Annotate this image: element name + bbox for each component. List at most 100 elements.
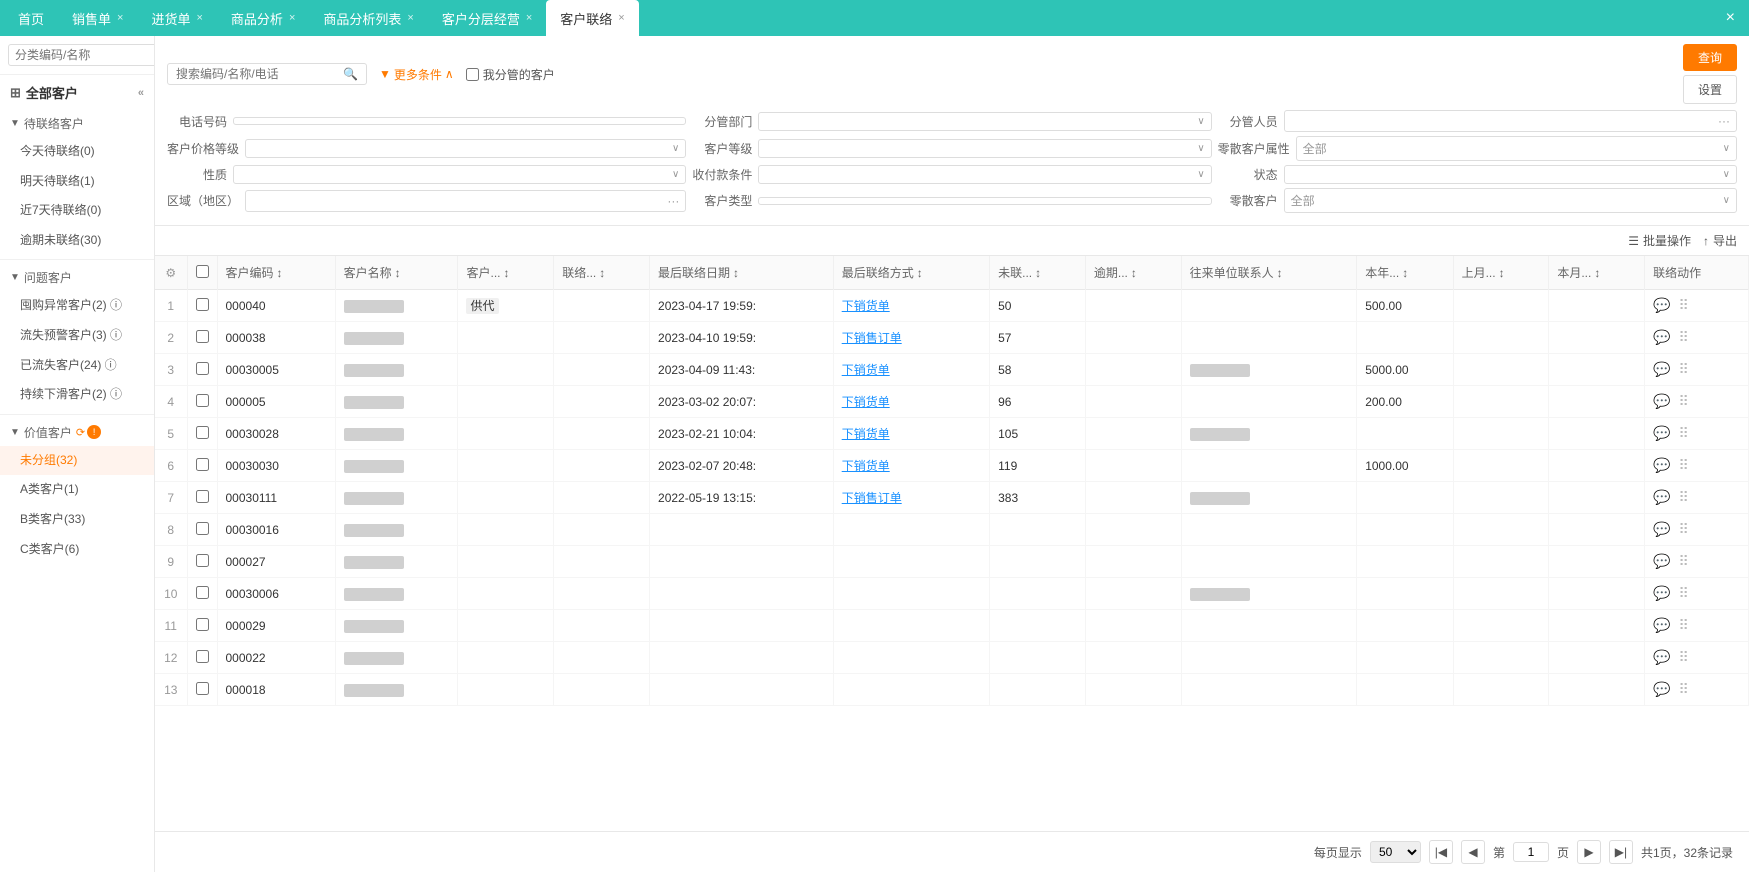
export-button[interactable]: ↑ 导出 — [1703, 232, 1737, 249]
price-level-select[interactable]: ∨ — [245, 139, 686, 158]
group-problem-customers[interactable]: ▼ 问题客户 — [0, 264, 154, 291]
group-value-customers[interactable]: ▼ 价值客户 ⟳ ! — [0, 419, 154, 446]
sort-icon[interactable]: ↕ — [1131, 266, 1137, 280]
sidebar-item-type-b[interactable]: B类客户(33) — [0, 505, 154, 535]
method-link[interactable]: 下销货单 — [842, 363, 890, 377]
dept-select[interactable]: ∨ — [758, 112, 1211, 131]
sort-icon[interactable]: ↕ — [1277, 266, 1283, 280]
method-link[interactable]: 下销货单 — [842, 459, 890, 473]
chat-icon[interactable]: 💬 — [1653, 329, 1670, 346]
filter-search-input[interactable] — [176, 67, 343, 81]
grid-action-icon[interactable]: ⠿ — [1679, 329, 1689, 346]
tab-sales[interactable]: 销售单 × — [58, 0, 137, 36]
nature-select[interactable]: ∨ — [233, 165, 686, 184]
customer-type-select[interactable] — [758, 197, 1211, 205]
payment-select[interactable]: ∨ — [758, 165, 1211, 184]
chat-icon[interactable]: 💬 — [1653, 457, 1670, 474]
per-page-select[interactable]: 50 20 100 — [1370, 841, 1421, 863]
method-link[interactable]: 下销货单 — [842, 427, 890, 441]
close-icon[interactable]: × — [618, 12, 624, 24]
sort-icon[interactable]: ↕ — [1035, 266, 1041, 280]
close-icon[interactable]: × — [526, 12, 532, 24]
last-page-btn[interactable]: ▶| — [1609, 840, 1633, 864]
chat-icon[interactable]: 💬 — [1653, 521, 1670, 538]
sort-icon[interactable]: ↕ — [733, 266, 739, 280]
close-icon[interactable]: × — [289, 12, 295, 24]
batch-ops-button[interactable]: ☰ 批量操作 — [1628, 232, 1691, 249]
page-input[interactable] — [1513, 842, 1549, 862]
filter-more-btn[interactable]: ▼ 更多条件 ∧ — [379, 66, 454, 83]
chat-icon[interactable]: 💬 — [1653, 553, 1670, 570]
grid-action-icon[interactable]: ⠿ — [1679, 585, 1689, 602]
chat-icon[interactable]: 💬 — [1653, 425, 1670, 442]
method-link[interactable]: 下销售订单 — [842, 491, 902, 505]
tab-analysis-list[interactable]: 商品分析列表 × — [309, 0, 427, 36]
sort-icon[interactable]: ↕ — [277, 266, 283, 280]
close-icon[interactable]: × — [407, 12, 413, 24]
tab-home[interactable]: 首页 — [4, 9, 58, 28]
all-customers-header[interactable]: ⊞ 全部客户 « — [0, 75, 154, 110]
close-icon[interactable]: × — [196, 12, 202, 24]
chat-icon[interactable]: 💬 — [1653, 585, 1670, 602]
collapse-icon[interactable]: « — [138, 87, 144, 99]
search-button[interactable]: 查询 — [1683, 44, 1737, 71]
first-page-btn[interactable]: |◀ — [1429, 840, 1453, 864]
tab-purchase[interactable]: 进货单 × — [137, 0, 216, 36]
retail-attr-select[interactable]: 全部 ∨ — [1296, 136, 1737, 161]
sidebar-item-type-c[interactable]: C类客户(6) — [0, 535, 154, 565]
sidebar-item-hoarding[interactable]: 囤购异常客户(2) ⓘ — [0, 291, 154, 321]
tab-customer-contact[interactable]: 客户联络 × — [546, 0, 638, 36]
refresh-icon[interactable]: ⟳ — [76, 426, 85, 439]
sort-icon[interactable]: ↕ — [917, 266, 923, 280]
method-link[interactable]: 下销货单 — [842, 299, 890, 313]
sidebar-search-input[interactable] — [8, 44, 155, 66]
grid-action-icon[interactable]: ⠿ — [1679, 553, 1689, 570]
sort-icon[interactable]: ↕ — [599, 266, 605, 280]
sidebar-item-type-a[interactable]: A类客户(1) — [0, 475, 154, 505]
sidebar-item-ungrouped[interactable]: 未分组(32) — [0, 446, 154, 476]
grid-action-icon[interactable]: ⠿ — [1679, 649, 1689, 666]
next-page-btn[interactable]: ▶ — [1577, 840, 1601, 864]
grid-action-icon[interactable]: ⠿ — [1679, 681, 1689, 698]
search-icon[interactable]: 🔍 — [343, 67, 358, 81]
my-customers-check[interactable] — [466, 68, 479, 81]
grid-action-icon[interactable]: ⠿ — [1679, 489, 1689, 506]
sidebar-item-declining[interactable]: 持续下滑客户(2) ⓘ — [0, 380, 154, 410]
tab-analysis[interactable]: 商品分析 × — [217, 0, 309, 36]
sort-icon[interactable]: ↕ — [504, 266, 510, 280]
grid-action-icon[interactable]: ⠿ — [1679, 457, 1689, 474]
method-link[interactable]: 下销货单 — [842, 395, 890, 409]
grid-action-icon[interactable]: ⠿ — [1679, 297, 1689, 314]
select-all-checkbox[interactable] — [196, 265, 209, 278]
settings-col[interactable]: ⚙ — [155, 256, 187, 290]
my-customers-checkbox[interactable]: 我分管的客户 — [466, 66, 555, 83]
grid-action-icon[interactable]: ⠿ — [1679, 361, 1689, 378]
sidebar-item-today[interactable]: 今天待联络(0) — [0, 137, 154, 167]
sidebar-item-7days[interactable]: 近7天待联络(0) — [0, 196, 154, 226]
sidebar-item-churn-warning[interactable]: 流失预警客户(3) ⓘ — [0, 321, 154, 351]
method-link[interactable]: 下销售订单 — [842, 331, 902, 345]
status-select[interactable]: ∨ — [1284, 165, 1737, 184]
chat-icon[interactable]: 💬 — [1653, 361, 1670, 378]
chat-icon[interactable]: 💬 — [1653, 489, 1670, 506]
group-pending-contact[interactable]: ▼ 待联络客户 — [0, 110, 154, 137]
close-all-tabs-button[interactable]: × — [1716, 9, 1745, 27]
grid-action-icon[interactable]: ⠿ — [1679, 425, 1689, 442]
sidebar-item-tomorrow[interactable]: 明天待联络(1) — [0, 167, 154, 197]
sort-icon[interactable]: ↕ — [395, 266, 401, 280]
sidebar-item-churned[interactable]: 已流失客户(24) ⓘ — [0, 351, 154, 381]
sidebar-item-overdue[interactable]: 逾期未联络(30) — [0, 226, 154, 256]
prev-page-btn[interactable]: ◀ — [1461, 840, 1485, 864]
close-icon[interactable]: × — [117, 12, 123, 24]
chat-icon[interactable]: 💬 — [1653, 393, 1670, 410]
sort-icon[interactable]: ↕ — [1499, 266, 1505, 280]
phone-input[interactable] — [233, 117, 686, 125]
grid-action-icon[interactable]: ⠿ — [1679, 393, 1689, 410]
manager-select[interactable]: ··· — [1284, 110, 1737, 132]
tab-customer-segment[interactable]: 客户分层经营 × — [428, 0, 546, 36]
sort-icon[interactable]: ↕ — [1594, 266, 1600, 280]
chat-icon[interactable]: 💬 — [1653, 681, 1670, 698]
reset-button[interactable]: 设置 — [1683, 75, 1737, 104]
retail-customer-select[interactable]: 全部 ∨ — [1284, 188, 1737, 213]
chat-icon[interactable]: 💬 — [1653, 617, 1670, 634]
